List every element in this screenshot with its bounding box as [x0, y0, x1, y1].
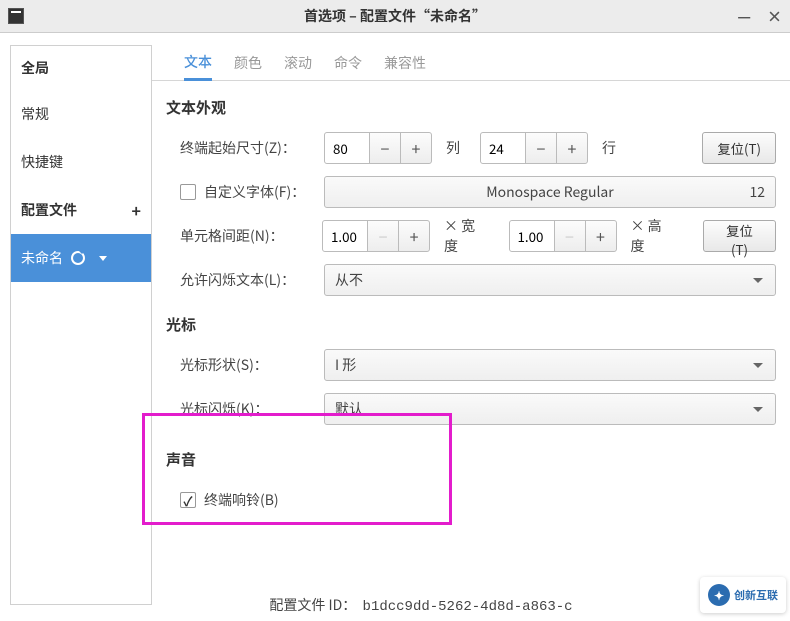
sidebar-item-shortcuts[interactable]: 快捷键 [11, 138, 151, 186]
cols-unit: 列 [446, 138, 460, 158]
tab-text[interactable]: 文本 [184, 46, 212, 81]
cursor-blink-dropdown[interactable]: 默认 [324, 393, 776, 425]
close-button[interactable]: × [767, 6, 782, 27]
cell-width-increment[interactable]: + [398, 220, 430, 252]
blink-text-dropdown[interactable]: 从不 [324, 264, 776, 296]
cursor-blink-label: 光标闪烁(K)： [166, 399, 316, 419]
rows-input[interactable] [480, 132, 526, 164]
reset-size-button[interactable]: 复位(T) [702, 132, 776, 164]
profile-default-icon [71, 251, 85, 265]
blink-text-value: 从不 [335, 270, 363, 290]
profile-id-value: b1dcc9dd-5262-4d8d-a863-c [363, 599, 573, 615]
section-text-appearance: 文本外观 [166, 97, 776, 118]
cols-decrement[interactable]: − [369, 132, 401, 164]
cols-input[interactable] [324, 132, 370, 164]
cell-height-decrement[interactable]: − [554, 220, 586, 252]
cursor-shape-value: I 形 [335, 355, 356, 375]
add-profile-button[interactable]: + [132, 198, 141, 222]
initial-size-label: 终端起始尺寸(Z)： [166, 138, 316, 158]
cursor-shape-dropdown[interactable]: I 形 [324, 349, 776, 381]
blink-text-label: 允许闪烁文本(L)： [166, 270, 316, 290]
cell-width-input[interactable] [322, 220, 368, 252]
title-bar: 首选项 – 配置文件“未命名” — × [0, 0, 790, 33]
section-cursor: 光标 [166, 314, 776, 335]
profile-name-label: 未命名 [21, 248, 63, 268]
tab-command[interactable]: 命令 [334, 45, 362, 80]
cell-height-increment[interactable]: + [585, 220, 617, 252]
content-area: 文本 颜色 滚动 命令 兼容性 文本外观 终端起始尺寸(Z)： − + 列 − … [152, 45, 790, 621]
cell-height-input[interactable] [509, 220, 555, 252]
terminal-bell-checkbox[interactable] [180, 492, 196, 508]
profile-menu-icon[interactable] [99, 256, 107, 261]
section-sound: 声音 [166, 449, 776, 470]
app-icon [8, 8, 24, 24]
font-name: Monospace Regular [486, 182, 613, 202]
watermark-text: 创新互联 [734, 587, 778, 603]
profile-id-row: 配置文件 ID： b1dcc9dd-5262-4d8d-a863-c [152, 595, 690, 615]
rows-increment[interactable]: + [556, 132, 588, 164]
cursor-blink-value: 默认 [335, 399, 363, 419]
reset-spacing-button[interactable]: 复位(T) [703, 220, 776, 252]
sidebar-profile-unnamed[interactable]: 未命名 [11, 234, 151, 282]
tab-compat[interactable]: 兼容性 [384, 45, 426, 80]
sidebar-section-global: 全局 [11, 46, 151, 90]
font-selector[interactable]: Monospace Regular 12 [324, 176, 776, 208]
rows-decrement[interactable]: − [525, 132, 557, 164]
sidebar-section-profiles: 配置文件 + [11, 186, 151, 234]
minimize-button[interactable]: — [737, 6, 751, 27]
tab-scroll[interactable]: 滚动 [284, 45, 312, 80]
font-size: 12 [749, 182, 765, 202]
cell-width-unit: × 宽度 [444, 216, 488, 256]
cell-spacing-label: 单元格间距(N)： [166, 226, 314, 246]
cell-width-decrement[interactable]: − [367, 220, 399, 252]
custom-font-checkbox[interactable] [180, 184, 196, 200]
watermark-logo-icon: ✦ [708, 584, 730, 606]
cols-increment[interactable]: + [400, 132, 432, 164]
rows-unit: 行 [602, 138, 616, 158]
sidebar-item-general[interactable]: 常规 [11, 90, 151, 138]
cell-height-unit: × 高度 [631, 216, 675, 256]
cursor-shape-label: 光标形状(S)： [166, 355, 316, 375]
custom-font-label: 自定义字体(F)： [204, 182, 305, 202]
tab-color[interactable]: 颜色 [234, 45, 262, 80]
sidebar: 全局 常规 快捷键 配置文件 + 未命名 [10, 45, 152, 605]
watermark: ✦ 创新互联 [700, 577, 786, 613]
profile-id-label: 配置文件 ID： [269, 595, 356, 615]
terminal-bell-label: 终端响铃(B) [204, 490, 279, 510]
tab-bar: 文本 颜色 滚动 命令 兼容性 [152, 45, 790, 81]
profiles-label: 配置文件 [21, 200, 77, 220]
window-title: 首选项 – 配置文件“未命名” [0, 6, 790, 26]
